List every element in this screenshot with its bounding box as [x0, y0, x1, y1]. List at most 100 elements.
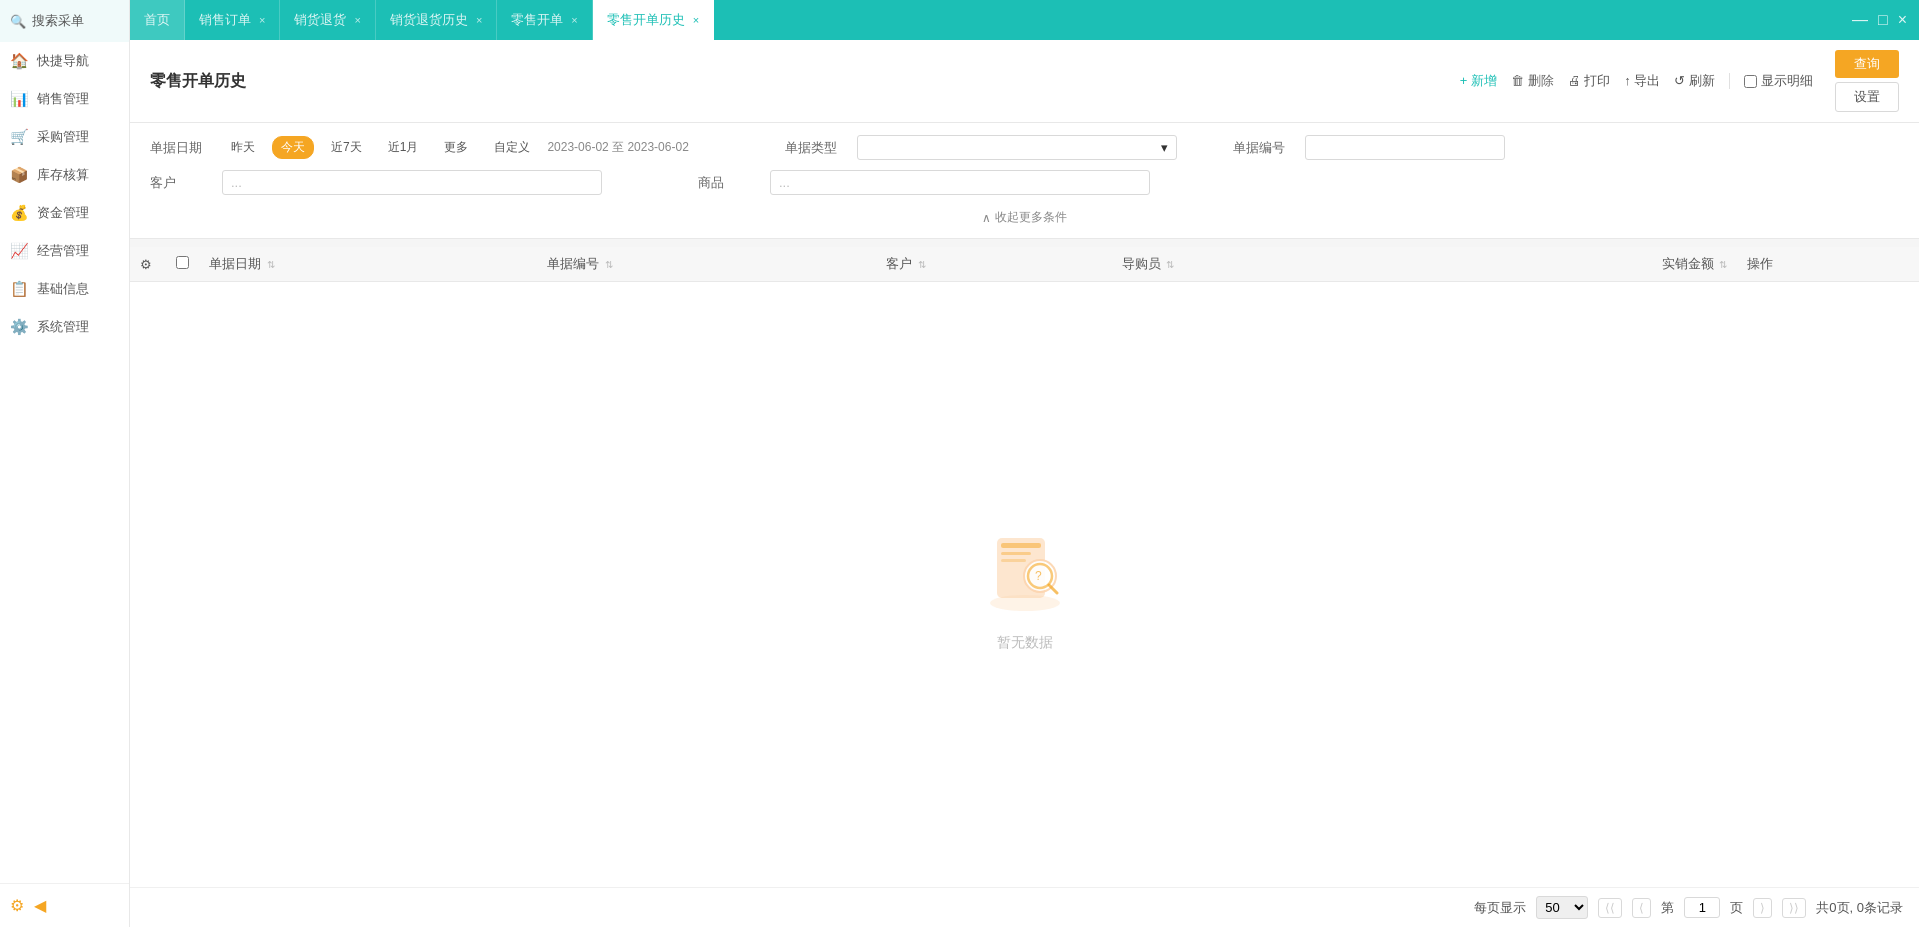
window-max-btn[interactable]: □ — [1878, 11, 1888, 29]
inventory-icon: 📦 — [10, 166, 29, 184]
delete-button[interactable]: 🗑 删除 — [1511, 72, 1554, 90]
sort-icon-salesperson: ⇅ — [1166, 259, 1174, 270]
date-range-display: 2023-06-02 至 2023-06-02 — [547, 139, 688, 156]
th-ops: 操作 — [1737, 247, 1919, 282]
sidebar-item-label: 资金管理 — [37, 204, 89, 222]
sidebar-item-label: 库存核算 — [37, 166, 89, 184]
th-checkbox — [166, 247, 199, 282]
tab-sales-return-close[interactable]: × — [354, 14, 360, 26]
filter-area: 单据日期 昨天 今天 近7天 近1月 更多 自定义 2023-06-02 至 2… — [130, 123, 1919, 239]
empty-illustration: ? — [975, 518, 1075, 618]
date-btn-last-month[interactable]: 近1月 — [379, 136, 428, 159]
collapse-label: 收起更多条件 — [995, 209, 1067, 226]
customer-label: 客户 — [150, 174, 206, 192]
page-input[interactable] — [1684, 897, 1720, 918]
bill-type-select[interactable]: ▾ — [857, 135, 1177, 160]
tab-sales-return-label: 销货退货 — [294, 11, 346, 29]
sort-icon-customer: ⇅ — [918, 259, 926, 270]
date-btn-more[interactable]: 更多 — [435, 136, 477, 159]
sidebar-item-quick-nav[interactable]: 🏠 快捷导航 — [0, 42, 129, 80]
sidebar-item-label: 快捷导航 — [37, 52, 89, 70]
purchase-icon: 🛒 — [10, 128, 29, 146]
show-detail-input[interactable] — [1744, 75, 1757, 88]
prev-page-btn[interactable]: ⟨ — [1632, 898, 1651, 918]
tab-sales-return-history[interactable]: 销货退货历史 × — [376, 0, 497, 40]
goods-label: 商品 — [698, 174, 754, 192]
sidebar-item-operations[interactable]: 📈 经营管理 — [0, 232, 129, 270]
date-btn-today[interactable]: 今天 — [272, 136, 314, 159]
date-btn-yesterday[interactable]: 昨天 — [222, 136, 264, 159]
sidebar-item-purchase-mgmt[interactable]: 🛒 采购管理 — [0, 118, 129, 156]
divider — [1729, 73, 1730, 89]
bill-no-input[interactable] — [1305, 135, 1505, 160]
sidebar-collapse-btn[interactable]: ◀ — [34, 896, 46, 915]
query-button[interactable]: 查询 — [1835, 50, 1899, 78]
window-min-btn[interactable]: — — [1852, 11, 1868, 29]
tab-retail-open-close[interactable]: × — [571, 14, 577, 26]
sidebar-item-inventory[interactable]: 📦 库存核算 — [0, 156, 129, 194]
page-title: 零售开单历史 — [150, 71, 246, 92]
select-all-checkbox[interactable] — [176, 256, 189, 269]
tab-sales-order-close[interactable]: × — [259, 14, 265, 26]
sidebar-item-label: 采购管理 — [37, 128, 89, 146]
th-customer[interactable]: 客户 ⇅ — [876, 247, 1112, 282]
th-salesperson[interactable]: 导购员 ⇅ — [1112, 247, 1399, 282]
sort-icon-date: ⇅ — [267, 259, 275, 270]
tab-home-label: 首页 — [144, 11, 170, 29]
operations-icon: 📈 — [10, 242, 29, 260]
th-no[interactable]: 单据编号 ⇅ — [537, 247, 875, 282]
date-label: 单据日期 — [150, 139, 206, 157]
next-page-btn[interactable]: ⟩ — [1753, 898, 1772, 918]
svg-rect-4 — [1001, 559, 1026, 562]
sidebar-search-label: 搜索采单 — [32, 12, 84, 30]
sidebar-item-sys-mgmt[interactable]: ⚙️ 系统管理 — [0, 308, 129, 346]
first-page-btn[interactable]: ⟨⟨ — [1598, 898, 1622, 918]
goods-input[interactable]: ... — [770, 170, 1150, 195]
show-detail-checkbox[interactable]: 显示明细 — [1744, 72, 1813, 90]
basic-info-icon: 📋 — [10, 280, 29, 298]
sidebar-item-basic-info[interactable]: 📋 基础信息 — [0, 270, 129, 308]
tab-sales-return-history-close[interactable]: × — [476, 14, 482, 26]
sidebar-item-label: 基础信息 — [37, 280, 89, 298]
window-actions: — □ × — [1852, 11, 1919, 29]
add-button[interactable]: + 新增 — [1460, 72, 1497, 90]
th-date[interactable]: 单据日期 ⇅ — [199, 247, 537, 282]
sidebar-settings-btn[interactable]: ⚙ — [10, 896, 24, 915]
setting-button[interactable]: 设置 — [1835, 82, 1899, 112]
per-page-select[interactable]: 50 100 200 — [1536, 896, 1588, 919]
data-table: ⚙ 单据日期 ⇅ 单据编号 ⇅ — [130, 247, 1919, 282]
customer-input[interactable]: ... — [222, 170, 602, 195]
tab-sales-return[interactable]: 销货退货 × — [280, 0, 375, 40]
chevron-down-icon: ▾ — [1161, 140, 1168, 155]
sidebar-item-sales-mgmt[interactable]: 📊 销售管理 — [0, 80, 129, 118]
tab-retail-history-close[interactable]: × — [693, 14, 699, 26]
date-btn-last7[interactable]: 近7天 — [322, 136, 371, 159]
svg-text:?: ? — [1035, 569, 1042, 583]
svg-rect-2 — [1001, 543, 1041, 548]
sidebar-search-btn[interactable]: 🔍 搜索采单 — [0, 0, 129, 42]
sort-icon-amount: ⇅ — [1719, 259, 1727, 270]
page-header: 零售开单历史 + 新增 🗑 删除 🖨 打印 ↑ 导出 ↺ 刷新 显示明细 查询 … — [130, 40, 1919, 123]
page-label: 第 — [1661, 899, 1674, 917]
empty-state: ? 暂无数据 — [130, 282, 1919, 887]
main-container: 首页 销售订单 × 销货退货 × 销货退货历史 × 零售开单 × 零售开单历史 … — [130, 0, 1919, 927]
sort-icon-no: ⇅ — [605, 259, 613, 270]
export-button[interactable]: ↑ 导出 — [1624, 72, 1660, 90]
th-amount[interactable]: 实销金额 ⇅ — [1399, 247, 1737, 282]
sidebar-item-finance[interactable]: 💰 资金管理 — [0, 194, 129, 232]
th-settings: ⚙ — [130, 247, 166, 282]
tab-sales-order[interactable]: 销售订单 × — [185, 0, 280, 40]
window-close-btn[interactable]: × — [1898, 11, 1907, 29]
print-button[interactable]: 🖨 打印 — [1568, 72, 1611, 90]
collapse-bar[interactable]: ∧ 收起更多条件 — [150, 205, 1899, 230]
table-header-row: ⚙ 单据日期 ⇅ 单据编号 ⇅ — [130, 247, 1919, 282]
refresh-button[interactable]: ↺ 刷新 — [1674, 72, 1715, 90]
gear-icon[interactable]: ⚙ — [140, 257, 152, 272]
last-page-btn[interactable]: ⟩⟩ — [1782, 898, 1806, 918]
date-btn-custom[interactable]: 自定义 — [485, 136, 539, 159]
home-icon: 🏠 — [10, 52, 29, 70]
page-suffix: 页 — [1730, 899, 1743, 917]
tab-retail-history[interactable]: 零售开单历史 × — [593, 0, 714, 40]
tab-retail-open[interactable]: 零售开单 × — [497, 0, 592, 40]
tab-home[interactable]: 首页 — [130, 0, 185, 40]
